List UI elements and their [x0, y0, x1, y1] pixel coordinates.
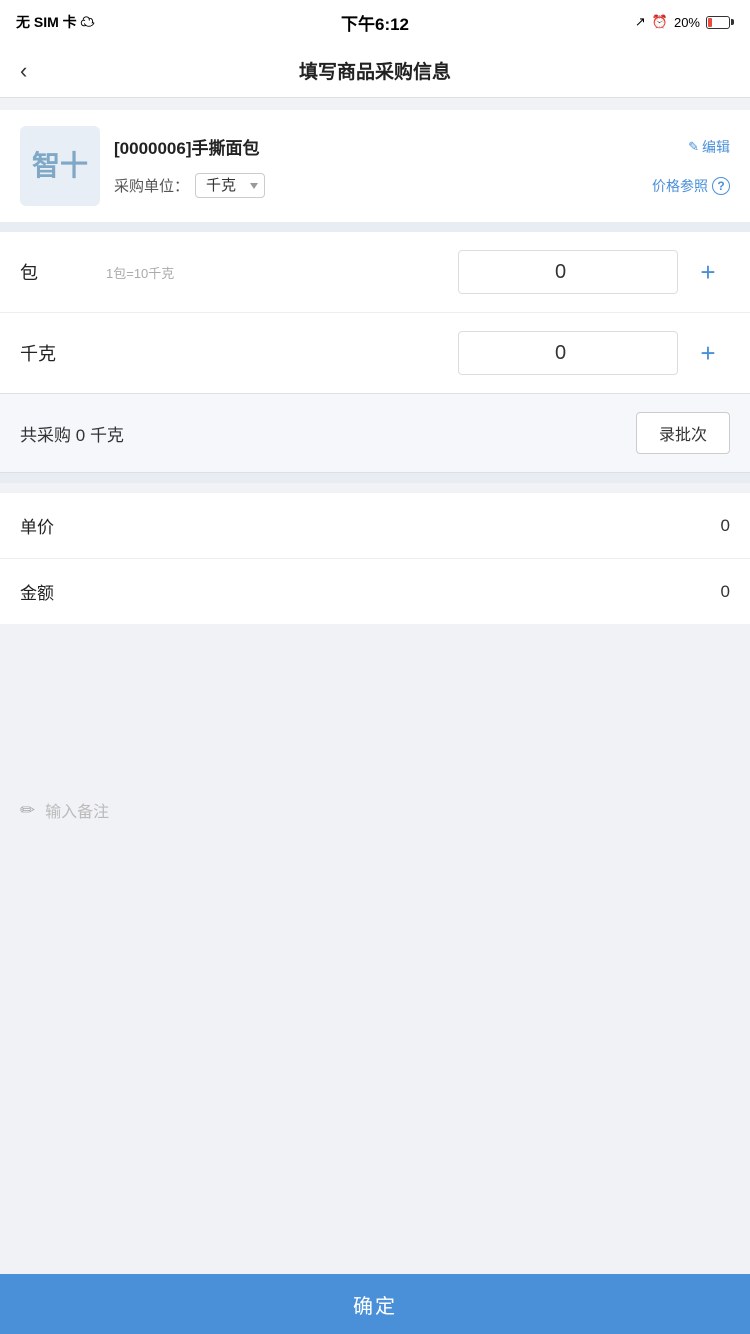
price-section: 单价 0 金额 0: [0, 493, 750, 624]
back-button[interactable]: ‹: [20, 58, 27, 84]
content-spacer: [0, 986, 750, 1274]
product-name: [0000006]手撕面包: [114, 134, 260, 159]
amount-row: 金额 0: [0, 559, 750, 624]
unit-label: 采购单位：: [114, 175, 189, 196]
pencil-icon: ✏: [20, 800, 35, 821]
total-text: 共采购 0 千克: [20, 421, 124, 446]
divider-1: [0, 222, 750, 232]
kg-plus-button[interactable]: +: [686, 331, 730, 375]
bag-label: 包: [20, 259, 100, 285]
unit-select[interactable]: 千克: [195, 173, 265, 198]
unit-price-value: 0: [721, 516, 730, 536]
status-time: 下午6:12: [341, 10, 409, 35]
total-row: 共采购 0 千克 录批次: [0, 393, 750, 473]
kg-controls: +: [458, 331, 730, 375]
page-title: 填写商品采购信息: [299, 57, 451, 84]
notes-placeholder: 输入备注: [45, 798, 109, 822]
product-logo: 智十: [32, 151, 88, 182]
help-icon: ?: [712, 177, 730, 195]
product-image: 智十: [20, 126, 100, 206]
amount-label: 金额: [20, 579, 54, 604]
kg-label: 千克: [20, 340, 100, 366]
unit-price-row: 单价 0: [0, 493, 750, 559]
bag-controls: +: [458, 250, 730, 294]
product-card: 智十 [0000006]手撕面包 ✎ 编辑 采购单位： 千克: [0, 110, 750, 222]
location-icon: ↗: [635, 14, 646, 30]
battery-icon: [706, 16, 734, 29]
status-left: 无 SIM 卡 ☁: [16, 12, 95, 32]
product-info: [0000006]手撕面包 ✎ 编辑 采购单位： 千克 价格参照 ?: [114, 134, 730, 198]
batch-button[interactable]: 录批次: [636, 412, 730, 454]
input-section: 包 1包=10千克 + 千克 +: [0, 232, 750, 393]
notes-section[interactable]: ✏ 输入备注: [0, 634, 750, 986]
confirm-button[interactable]: 确定: [0, 1274, 750, 1334]
divider-2: [0, 473, 750, 483]
kg-input-row: 千克 +: [0, 313, 750, 393]
price-ref-button[interactable]: 价格参照 ?: [652, 176, 730, 196]
bag-plus-button[interactable]: +: [686, 250, 730, 294]
edit-button[interactable]: ✎ 编辑: [688, 137, 730, 157]
amount-value: 0: [721, 582, 730, 602]
battery-percent: 20%: [674, 15, 700, 30]
sim-status: 无 SIM 卡 ☁: [16, 12, 95, 32]
bag-input[interactable]: [458, 250, 678, 294]
alarm-icon: ⏰: [652, 14, 668, 30]
bag-input-row: 包 1包=10千克 +: [0, 232, 750, 313]
unit-price-label: 单价: [20, 513, 54, 538]
kg-input[interactable]: [458, 331, 678, 375]
status-right: ↗ ⏰ 20%: [635, 14, 734, 30]
nav-bar: ‹ 填写商品采购信息: [0, 44, 750, 98]
edit-icon: ✎: [688, 139, 699, 155]
bag-sublabel: 1包=10千克: [106, 263, 174, 282]
